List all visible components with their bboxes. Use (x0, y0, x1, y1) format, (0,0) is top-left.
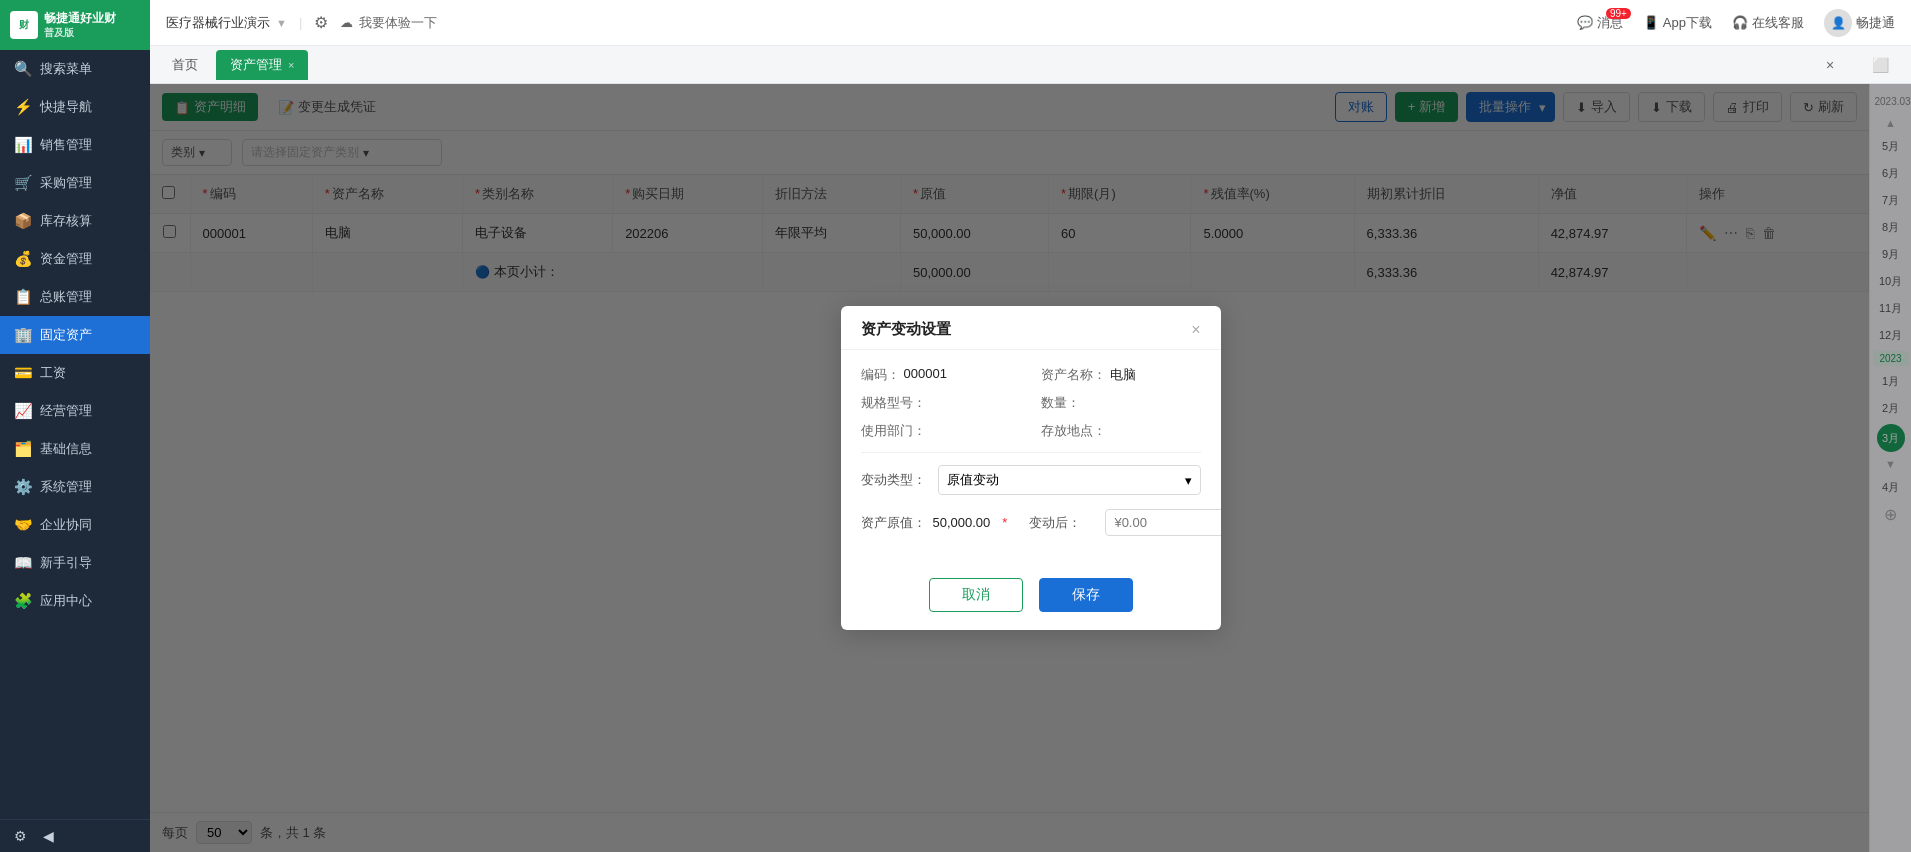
sidebar-item-fund[interactable]: 💰 资金管理 (0, 240, 150, 278)
header-divider: | (299, 15, 302, 30)
cancel-btn[interactable]: 取消 (929, 578, 1023, 612)
experience-btn[interactable]: ☁ 我要体验一下 (340, 14, 437, 32)
sidebar-bottom: ⚙ ◀ (0, 819, 150, 852)
modal-body: 编码： 000001 资产名称： 电脑 规格型号： (841, 350, 1221, 566)
main-area: 医疗器械行业演示 ▼ | ⚙ ☁ 我要体验一下 💬 消息 99+ 📱 App下载… (150, 0, 1911, 852)
app-download-btn[interactable]: 📱 App下载 (1643, 14, 1712, 32)
fixedasset-icon: 🏢 (14, 326, 32, 344)
change-type-select[interactable]: 原值变动 ▾ (938, 465, 1201, 495)
collapse-sidebar-icon[interactable]: ◀ (43, 828, 54, 844)
sidebar-item-guide[interactable]: 📖 新手引导 (0, 544, 150, 582)
tab-asset[interactable]: 资产管理 × (216, 50, 308, 80)
modal-spec-item: 规格型号： (861, 394, 1021, 412)
save-btn[interactable]: 保存 (1039, 578, 1133, 612)
modal-title: 资产变动设置 (861, 320, 951, 339)
basic-icon: 🗂️ (14, 440, 32, 458)
asset-change-modal: 资产变动设置 × 编码： 000001 资产名称： 电脑 (841, 306, 1221, 630)
user-profile-btn[interactable]: 👤 畅捷通 (1824, 9, 1895, 37)
logo-text: 畅捷通好业财 普及版 (44, 11, 116, 40)
sidebar-item-salary[interactable]: 💳 工资 (0, 354, 150, 392)
sidebar-item-inventory[interactable]: 📦 库存核算 (0, 202, 150, 240)
sidebar-item-bizcolab[interactable]: 🤝 企业协同 (0, 506, 150, 544)
search-icon: 🔍 (14, 60, 32, 78)
modal-close-btn[interactable]: × (1191, 321, 1200, 339)
sidebar-item-search[interactable]: 🔍 搜索菜单 (0, 50, 150, 88)
message-icon: 💬 (1577, 15, 1593, 30)
modal-info-row-1: 编码： 000001 资产名称： 电脑 (861, 366, 1201, 384)
sidebar: 财 畅捷通好业财 普及版 🔍 搜索菜单 ⚡ 快捷导航 📊 销售管理 🛒 采购管理… (0, 0, 150, 852)
modal-header: 资产变动设置 × (841, 306, 1221, 350)
salary-icon: 💳 (14, 364, 32, 382)
header-right: 💬 消息 99+ 📱 App下载 🎧 在线客服 👤 畅捷通 (1577, 9, 1895, 37)
sidebar-item-bizmanage[interactable]: 📈 经营管理 (0, 392, 150, 430)
fund-icon: 💰 (14, 250, 32, 268)
tab-home[interactable]: 首页 (158, 50, 212, 80)
sidebar-item-sales[interactable]: 📊 销售管理 (0, 126, 150, 164)
online-service-btn[interactable]: 🎧 在线客服 (1732, 14, 1804, 32)
system-icon: ⚙️ (14, 478, 32, 496)
sidebar-item-ledger[interactable]: 📋 总账管理 (0, 278, 150, 316)
purchase-icon: 🛒 (14, 174, 32, 192)
sidebar-item-system[interactable]: ⚙️ 系统管理 (0, 468, 150, 506)
header-settings-icon[interactable]: ⚙ (314, 13, 328, 32)
logo-icon: 财 (10, 11, 38, 39)
modal-overlay: 资产变动设置 × 编码： 000001 资产名称： 电脑 (150, 84, 1911, 852)
quicknav-icon: ⚡ (14, 98, 32, 116)
close-window-btn[interactable]: × (1807, 46, 1853, 84)
after-value-input[interactable] (1105, 509, 1220, 536)
modal-assetvalue-row: 资产原值： 50,000.00 * 变动后： (861, 509, 1201, 536)
modal-assetvalue-value: 50,000.00 (933, 515, 991, 530)
sales-icon: 📊 (14, 136, 32, 154)
tabs-bar: 首页 资产管理 × × ⬜ (150, 46, 1911, 84)
modal-qty-item: 数量： (1041, 394, 1201, 412)
guide-icon: 📖 (14, 554, 32, 572)
appcenter-icon: 🧩 (14, 592, 32, 610)
download-icon: 📱 (1643, 15, 1659, 30)
modal-code-item: 编码： 000001 (861, 366, 1021, 384)
modal-location-item: 存放地点： (1041, 422, 1201, 440)
modal-info-row-2: 规格型号： 数量： (861, 394, 1201, 412)
maximize-window-btn[interactable]: ⬜ (1857, 46, 1903, 84)
modal-changetype-row: 变动类型： 原值变动 ▾ (861, 465, 1201, 495)
bizmanage-icon: 📈 (14, 402, 32, 420)
required-star: * (1002, 515, 1007, 530)
tab-close-icon[interactable]: × (288, 59, 294, 71)
modal-dept-item: 使用部门： (861, 422, 1021, 440)
sidebar-item-purchase[interactable]: 🛒 采购管理 (0, 164, 150, 202)
ledger-icon: 📋 (14, 288, 32, 306)
modal-footer: 取消 保存 (841, 566, 1221, 630)
bizcolab-icon: 🤝 (14, 516, 32, 534)
modal-info-row-3: 使用部门： 存放地点： (861, 422, 1201, 440)
change-type-chevron: ▾ (1185, 473, 1192, 488)
top-header: 医疗器械行业演示 ▼ | ⚙ ☁ 我要体验一下 💬 消息 99+ 📱 App下载… (150, 0, 1911, 46)
sidebar-item-appcenter[interactable]: 🧩 应用中心 (0, 582, 150, 620)
modal-changetype-value: 原值变动 ▾ (938, 465, 1201, 495)
cloud-icon: ☁ (340, 15, 353, 30)
modal-divider (861, 452, 1201, 453)
modal-assetname-item: 资产名称： 电脑 (1041, 366, 1201, 384)
inventory-icon: 📦 (14, 212, 32, 230)
sidebar-item-basic[interactable]: 🗂️ 基础信息 (0, 430, 150, 468)
app-logo: 财 畅捷通好业财 普及版 (0, 0, 150, 50)
company-selector[interactable]: 医疗器械行业演示 ▼ (166, 14, 287, 32)
sidebar-scroll: 🔍 搜索菜单 ⚡ 快捷导航 📊 销售管理 🛒 采购管理 📦 库存核算 💰 资金管… (0, 50, 150, 819)
avatar: 👤 (1824, 9, 1852, 37)
message-btn[interactable]: 💬 消息 99+ (1577, 14, 1623, 32)
service-icon: 🎧 (1732, 15, 1748, 30)
content-area: 📋 资产明细 📝 变更生成凭证 对账 + 新增 批量操作 ▾ ⬇ (150, 84, 1911, 852)
window-controls: × ⬜ (1807, 46, 1903, 84)
sidebar-item-quicknav[interactable]: ⚡ 快捷导航 (0, 88, 150, 126)
chevron-down-icon: ▼ (276, 17, 287, 29)
message-badge: 99+ (1606, 8, 1631, 19)
sidebar-item-fixedasset[interactable]: 🏢 固定资产 (0, 316, 150, 354)
settings-bottom-icon[interactable]: ⚙ (14, 828, 27, 844)
